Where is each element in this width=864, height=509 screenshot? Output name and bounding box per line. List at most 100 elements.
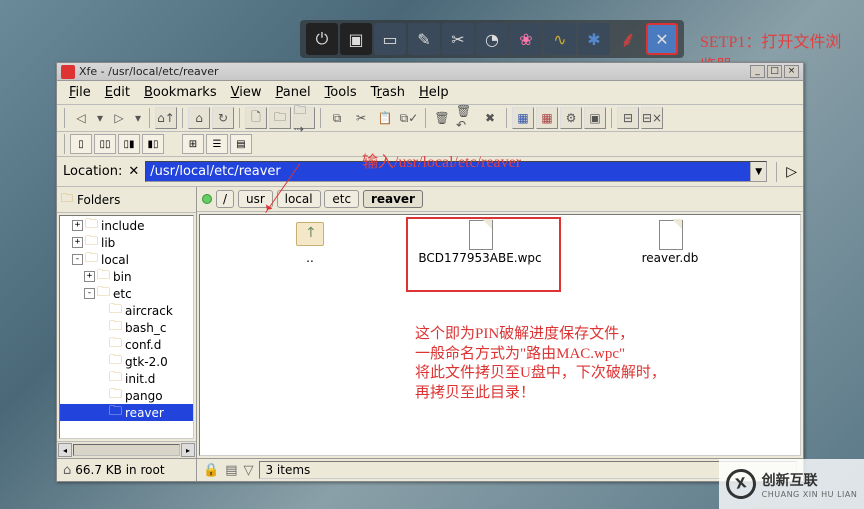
panel-layout-2-button[interactable]: ▯▯ [94, 134, 116, 154]
panel-layout-1-button[interactable]: ▯ [70, 134, 92, 154]
refresh-button[interactable]: ↻ [212, 107, 234, 129]
file-view[interactable]: 这个即为PIN破解进度保存文件， 一般命名方式为"路由MAC.wpc" 将此文件… [199, 214, 801, 456]
brush-icon[interactable]: ✎ [408, 23, 440, 55]
file-icon [463, 220, 497, 248]
tree-node-pango[interactable]: 🗀pango [60, 387, 193, 404]
forward-menu-button[interactable]: ▾ [132, 107, 144, 129]
maximize-button[interactable]: □ [767, 65, 782, 78]
copy-button[interactable]: ⧉ [326, 107, 348, 129]
new-file-button[interactable]: 🗋 [245, 107, 267, 129]
folder-tree[interactable]: +🗀include+🗀lib-🗀local+🗀bin-🗀etc🗀aircrack… [59, 215, 194, 439]
tree-node-bin[interactable]: +🗀bin [60, 268, 193, 285]
tools-icon[interactable]: ✂ [442, 23, 474, 55]
blob-icon[interactable]: ❀ [510, 23, 542, 55]
tree-node-reaver[interactable]: 🗀reaver [60, 404, 193, 421]
disk-icon[interactable]: ◔ [476, 23, 508, 55]
panel-layout-4-button[interactable]: ▮▯ [142, 134, 164, 154]
disk-status-icon: ⌂ [63, 463, 71, 478]
toolbar-main: ◁ ▾ ▷ ▾ ⌂↑ ⌂ ↻ 🗋 🗀 🗀⇢ ⧉ ✂ 📋 ⧉✓ 🗑 🗑↶ ✖ ▦ … [57, 105, 803, 132]
cut-button[interactable]: ✂ [350, 107, 372, 129]
new-folder-button[interactable]: 🗀 [269, 107, 291, 129]
location-go-button[interactable]: ▷ [786, 164, 797, 180]
menu-trash[interactable]: Trash [365, 83, 411, 102]
splash-icon[interactable]: ✱ [578, 23, 610, 55]
folder-icon: 🗀 [109, 402, 122, 424]
tree-node-bash_c[interactable]: 🗀bash_c [60, 319, 193, 336]
link-button[interactable]: 🗀⇢ [293, 107, 315, 129]
paste-button[interactable]: 📋 [374, 107, 396, 129]
tree-node-lib[interactable]: +🗀lib [60, 234, 193, 251]
panel-layout-3-button[interactable]: ▯▮ [118, 134, 140, 154]
location-clear-button[interactable]: ✕ [128, 164, 139, 179]
tree-node-init.d[interactable]: 🗀init.d [60, 370, 193, 387]
window-title: Xfe - /usr/local/etc/reaver [79, 65, 219, 78]
back-button[interactable]: ◁ [70, 107, 92, 129]
trash-button[interactable]: 🗑 [431, 107, 453, 129]
watermark-subtext: CHUANG XIN HU LIAN [762, 490, 858, 499]
view-list-button[interactable]: ☰ [206, 134, 228, 154]
back-menu-button[interactable]: ▾ [94, 107, 106, 129]
menu-panel[interactable]: Panel [269, 83, 316, 102]
power-icon[interactable]: ⏻ [306, 23, 338, 55]
delete-button[interactable]: ✖ [479, 107, 501, 129]
notepad-icon[interactable]: ▭ [374, 23, 406, 55]
folders-header: 🗀 Folders [57, 187, 196, 213]
view-icons-button[interactable]: ⊞ [182, 134, 204, 154]
status-left-text: 66.7 KB in root [75, 463, 164, 477]
filter-icon-1[interactable]: ▤ [225, 463, 237, 478]
view-detail-button[interactable]: ▤ [230, 134, 252, 154]
titlebar[interactable]: Xfe - /usr/local/etc/reaver _ □ × [57, 63, 803, 81]
restore-button[interactable]: 🗑↶ [455, 107, 477, 129]
app-icon [61, 65, 75, 79]
file-item[interactable]: reaver.db [600, 220, 740, 265]
folder-icon: 🗀 [61, 189, 73, 210]
tree-node-include[interactable]: +🗀include [60, 217, 193, 234]
menu-edit[interactable]: Edit [99, 83, 136, 102]
properties-button[interactable]: ⧉✓ [398, 107, 420, 129]
menu-help[interactable]: Help [413, 83, 455, 102]
tree-node-etc[interactable]: -🗀etc [60, 285, 193, 302]
watermark-text: 创新互联 [762, 470, 858, 490]
home-button[interactable]: ⌂ [188, 107, 210, 129]
xfe-launcher-icon[interactable]: ✕ [646, 23, 678, 55]
status-right-text: 3 items [259, 461, 797, 479]
folder-up-icon [293, 220, 327, 248]
tree-node-aircrack[interactable]: 🗀aircrack [60, 302, 193, 319]
icon-view-red-button[interactable]: ▦ [536, 107, 558, 129]
file-item[interactable]: .. [240, 220, 380, 265]
status-bar: ⌂ 66.7 KB in root 🔒 ▤ ▽ 3 items [57, 458, 803, 481]
breadcrumb-root[interactable]: / [216, 190, 234, 208]
icon-view-blue-button[interactable]: ▦ [512, 107, 534, 129]
mount-button[interactable]: ⊟ [617, 107, 639, 129]
menu-view[interactable]: View [225, 83, 268, 102]
unmount-button[interactable]: ⊟× [641, 107, 663, 129]
location-label: Location: [63, 164, 122, 179]
breadcrumb-reaver[interactable]: reaver [363, 190, 423, 208]
gears-button[interactable]: ⚙ [560, 107, 582, 129]
minimize-button[interactable]: _ [750, 65, 765, 78]
wave-icon[interactable]: ∿ [544, 23, 576, 55]
breadcrumb-local[interactable]: local [277, 190, 321, 208]
menu-file[interactable]: File [63, 83, 97, 102]
breadcrumb-etc[interactable]: etc [324, 190, 359, 208]
tree-hscroll[interactable]: ◂▸ [57, 441, 196, 458]
filter-icon-2[interactable]: ▽ [243, 463, 253, 478]
menu-tools[interactable]: Tools [319, 83, 363, 102]
forward-button[interactable]: ▷ [108, 107, 130, 129]
menu-bookmarks[interactable]: Bookmarks [138, 83, 223, 102]
file-label: .. [306, 251, 314, 265]
location-dropdown-button[interactable]: ▼ [750, 162, 766, 181]
folder-tree-panel: 🗀 Folders +🗀include+🗀lib-🗀local+🗀bin-🗀et… [57, 187, 197, 458]
up-button[interactable]: ⌂↑ [155, 107, 177, 129]
file-item[interactable]: BCD177953ABE.wpc [410, 220, 550, 265]
menubar: File Edit Bookmarks View Panel Tools Tra… [57, 81, 803, 105]
tree-node-gtk-2.0[interactable]: 🗀gtk-2.0 [60, 353, 193, 370]
terminal-button[interactable]: ▣ [584, 107, 606, 129]
terminal-icon[interactable]: ▣ [340, 23, 372, 55]
wifi-icon[interactable]: ⸙ [612, 23, 644, 55]
xfe-window: Xfe - /usr/local/etc/reaver _ □ × File E… [56, 62, 804, 482]
status-dot-icon [202, 194, 212, 204]
tree-node-conf.d[interactable]: 🗀conf.d [60, 336, 193, 353]
tree-node-local[interactable]: -🗀local [60, 251, 193, 268]
close-button[interactable]: × [784, 65, 799, 78]
